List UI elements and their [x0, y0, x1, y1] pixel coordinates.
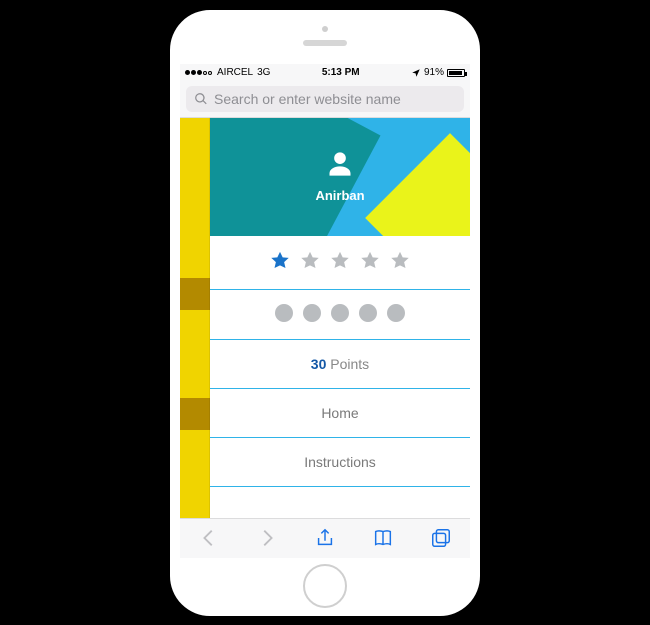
- chevron-left-icon: [198, 527, 220, 549]
- forward-button[interactable]: [247, 527, 287, 549]
- battery-icon: [447, 69, 465, 77]
- points-value: 30: [311, 356, 327, 372]
- chevron-right-icon: [256, 527, 278, 549]
- phone-camera: [322, 26, 328, 32]
- username-label: Anirban: [315, 188, 364, 203]
- nav-item-label: Instructions: [304, 454, 376, 470]
- status-bar: AIRCEL 3G 5:13 PM 91%: [180, 64, 470, 82]
- network-label: 3G: [257, 67, 270, 78]
- home-button[interactable]: [303, 564, 347, 608]
- signal-dots-icon: [185, 67, 213, 78]
- battery-pct-label: 91%: [424, 67, 444, 78]
- bookmarks-button[interactable]: [363, 527, 403, 549]
- share-button[interactable]: [305, 527, 345, 549]
- badge-row: [210, 290, 470, 340]
- address-bar[interactable]: Search or enter website name: [186, 86, 464, 112]
- content-peek[interactable]: [180, 118, 210, 518]
- web-content: Anirban 30 P: [180, 118, 470, 518]
- profile-hero: Anirban: [210, 118, 470, 236]
- badge-dot: [359, 304, 377, 322]
- star-icon: [329, 250, 351, 272]
- badge-dot: [275, 304, 293, 322]
- tabs-icon: [430, 527, 452, 549]
- address-placeholder: Search or enter website name: [214, 91, 401, 107]
- nav-item-instructions[interactable]: Instructions: [210, 438, 470, 487]
- clock-label: 5:13 PM: [274, 67, 407, 78]
- back-button[interactable]: [189, 527, 229, 549]
- screen: AIRCEL 3G 5:13 PM 91% Search or enter we…: [180, 64, 470, 558]
- badge-dot: [387, 304, 405, 322]
- address-bar-wrap: Search or enter website name: [180, 82, 470, 118]
- share-icon: [314, 527, 336, 549]
- badge-dot: [303, 304, 321, 322]
- search-icon: [194, 92, 208, 106]
- book-icon: [372, 527, 394, 549]
- phone-frame: AIRCEL 3G 5:13 PM 91% Search or enter we…: [166, 6, 484, 620]
- star-icon: [269, 250, 291, 272]
- user-icon: [326, 150, 354, 178]
- star-icon: [359, 250, 381, 272]
- points-row: 30 Points: [210, 340, 470, 389]
- phone-earpiece: [303, 40, 347, 46]
- nav-item-label: Home: [321, 405, 358, 421]
- points-label: Points: [330, 356, 369, 372]
- nav-item-home[interactable]: Home: [210, 389, 470, 438]
- safari-toolbar: [180, 518, 470, 558]
- star-rating[interactable]: [210, 236, 470, 290]
- star-icon: [299, 250, 321, 272]
- star-icon: [389, 250, 411, 272]
- badge-dot: [331, 304, 349, 322]
- location-arrow-icon: [411, 68, 421, 78]
- side-drawer: Anirban 30 P: [210, 118, 470, 518]
- tabs-button[interactable]: [421, 527, 461, 549]
- carrier-label: AIRCEL: [217, 67, 253, 78]
